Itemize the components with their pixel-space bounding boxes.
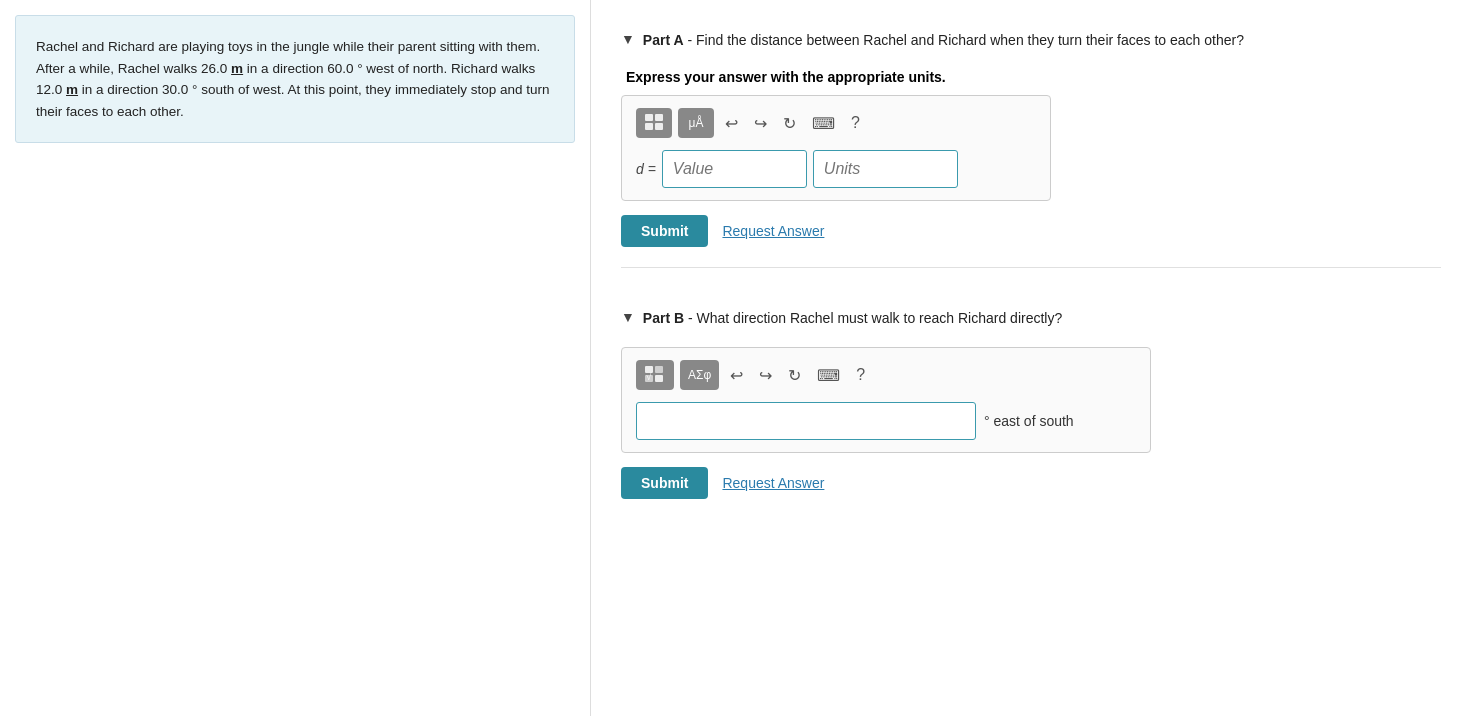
undo-icon-b: ↩ [730, 366, 743, 385]
part-a-answer-box: μÅ ↩ ↪ ↻ ⌨ ? d = [621, 95, 1051, 201]
undo-button[interactable]: ↩ [720, 111, 743, 136]
part-a-toolbar: μÅ ↩ ↪ ↻ ⌨ ? [636, 108, 1036, 138]
part-b-input-row: ° east of south [636, 402, 1136, 440]
part-b-toolbar: √ ΑΣφ ↩ ↪ ↻ ⌨ [636, 360, 1136, 390]
svg-rect-0 [645, 114, 653, 121]
undo-icon: ↩ [725, 114, 738, 133]
part-a-actions: Submit Request Answer [621, 215, 1441, 247]
matrix-icon [644, 113, 664, 134]
part-a-dash: - [687, 32, 696, 48]
problem-statement: Rachel and Richard are playing toys in t… [15, 15, 575, 143]
mu-button[interactable]: μÅ [678, 108, 714, 138]
direction-suffix: ° east of south [984, 413, 1074, 429]
part-b-undo-button[interactable]: ↩ [725, 363, 748, 388]
keyboard-icon: ⌨ [812, 114, 835, 133]
redo-button[interactable]: ↪ [749, 111, 772, 136]
help-icon-b: ? [856, 366, 865, 384]
keyboard-icon-b: ⌨ [817, 366, 840, 385]
svg-rect-1 [655, 114, 663, 121]
keyboard-button[interactable]: ⌨ [807, 111, 840, 136]
svg-rect-2 [645, 123, 653, 130]
part-b-header: ▼ Part B - What direction Rachel must wa… [621, 298, 1441, 329]
mu-label: μÅ [689, 116, 704, 130]
matrix-button[interactable] [636, 108, 672, 138]
reset-icon: ↻ [783, 114, 796, 133]
part-b-answer-box: √ ΑΣφ ↩ ↪ ↻ ⌨ [621, 347, 1151, 453]
radical-icon: √ [644, 365, 666, 386]
help-icon: ? [851, 114, 860, 132]
svg-text:√: √ [646, 371, 652, 382]
greek-button[interactable]: ΑΣφ [680, 360, 719, 390]
part-a-input-row: d = [636, 150, 1036, 188]
reset-icon-b: ↻ [788, 366, 801, 385]
part-a-request-answer-link[interactable]: Request Answer [722, 223, 824, 239]
part-a-header: ▼ Part A - Find the distance between Rac… [621, 20, 1441, 51]
part-b-request-answer-link[interactable]: Request Answer [722, 475, 824, 491]
part-a-section: ▼ Part A - Find the distance between Rac… [621, 20, 1441, 268]
part-b-help-button[interactable]: ? [851, 363, 870, 387]
part-b-dash: - [688, 310, 697, 326]
express-label: Express your answer with the appropriate… [626, 69, 1441, 85]
part-b-actions: Submit Request Answer [621, 467, 1441, 499]
part-a-title: Part A - Find the distance between Rache… [643, 30, 1244, 51]
d-label: d = [636, 161, 656, 177]
redo-icon-b: ↪ [759, 366, 772, 385]
part-b-section: ▼ Part B - What direction Rachel must wa… [621, 298, 1441, 519]
part-b-redo-button[interactable]: ↪ [754, 363, 777, 388]
part-a-collapse-arrow[interactable]: ▼ [621, 31, 635, 47]
help-button[interactable]: ? [846, 111, 865, 135]
svg-rect-3 [655, 123, 663, 130]
svg-rect-5 [655, 366, 663, 373]
part-a-submit-button[interactable]: Submit [621, 215, 708, 247]
part-b-submit-button[interactable]: Submit [621, 467, 708, 499]
value-input[interactable] [662, 150, 807, 188]
redo-icon: ↪ [754, 114, 767, 133]
part-b-collapse-arrow[interactable]: ▼ [621, 309, 635, 325]
units-input[interactable] [813, 150, 958, 188]
part-b-keyboard-button[interactable]: ⌨ [812, 363, 845, 388]
svg-rect-7 [655, 375, 663, 382]
part-b-title: Part B - What direction Rachel must walk… [643, 308, 1062, 329]
problem-text: Rachel and Richard are playing toys in t… [36, 36, 554, 122]
right-panel: ▼ Part A - Find the distance between Rac… [590, 0, 1471, 716]
greek-label: ΑΣφ [688, 368, 711, 382]
reset-button[interactable]: ↻ [778, 111, 801, 136]
part-b-reset-button[interactable]: ↻ [783, 363, 806, 388]
radical-button[interactable]: √ [636, 360, 674, 390]
direction-input[interactable] [636, 402, 976, 440]
